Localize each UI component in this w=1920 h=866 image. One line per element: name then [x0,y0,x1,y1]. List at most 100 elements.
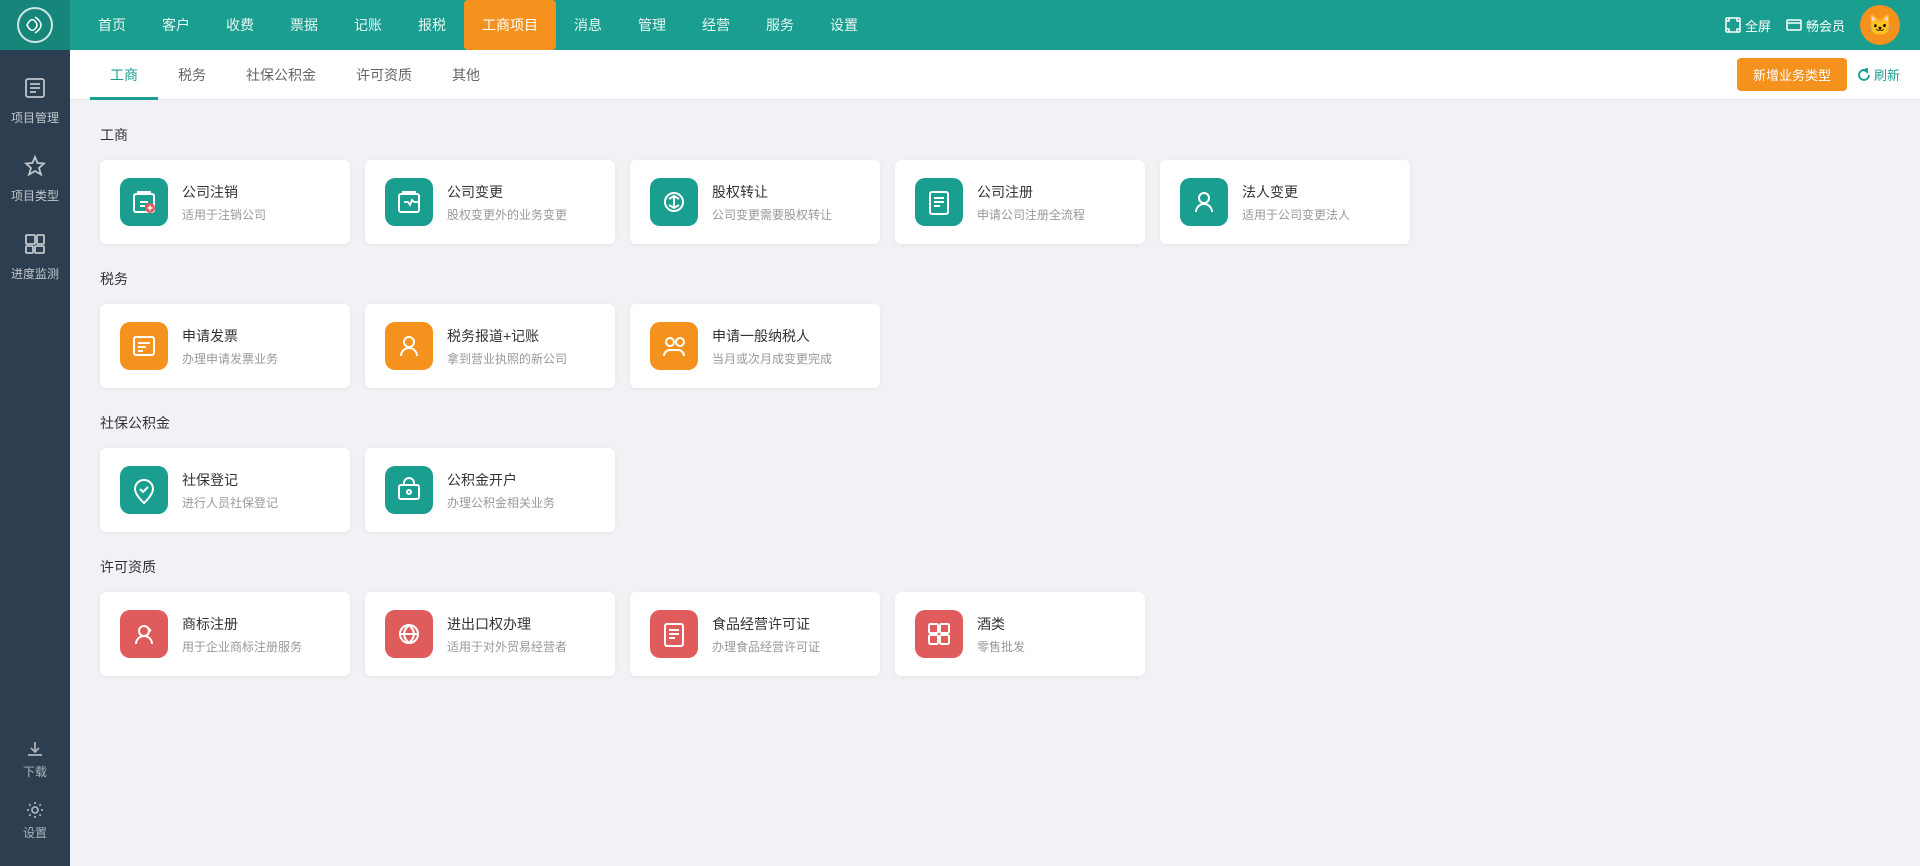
card-title-provident-fund: 公积金开户 [447,470,555,490]
new-type-button[interactable]: 新增业务类型 [1737,58,1847,91]
sidebar-label-progress: 进度监测 [11,265,59,282]
tax-report-icon [385,322,433,370]
card-text-general-taxpayer: 申请一般纳税人 当月或次月成变更完成 [712,326,832,367]
nav-right-actions: 全屏 畅会员 🐱 [1725,5,1920,45]
tab-bar-right: 新增业务类型 刷新 [1737,58,1900,91]
equity-transfer-icon [650,178,698,226]
section-title-shuiwu: 税务 [100,269,1890,289]
cards-grid-shebao: 社保登记 进行人员社保登记 公积 [100,448,1890,532]
card-title-general-taxpayer: 申请一般纳税人 [712,326,832,346]
card-desc-general-taxpayer: 当月或次月成变更完成 [712,350,832,367]
card-desc-tax-report: 拿到营业执照的新公司 [447,350,567,367]
card-company-change[interactable]: 公司变更 股权变更外的业务变更 [365,160,615,244]
card-food-license[interactable]: 食品经营许可证 办理食品经营许可证 [630,592,880,676]
card-title-company-change: 公司变更 [447,182,567,202]
card-title-import-export: 进出口权办理 [447,614,567,634]
card-legal-change[interactable]: 法人变更 适用于公司变更法人 [1160,160,1410,244]
top-navigation: 首页 客户 收费 票据 记账 报税 工商项目 消息 管理 经营 服务 设置 全屏… [0,0,1920,50]
section-xuke: 许可资质 商标注册 用于企业商标注册服务 [100,557,1890,676]
tab-other[interactable]: 其他 [432,50,500,100]
sidebar-item-project-management[interactable]: 项目管理 [0,60,70,138]
sidebar-item-progress[interactable]: 进度监测 [0,216,70,294]
nav-home[interactable]: 首页 [80,0,144,50]
tab-shebao[interactable]: 社保公积金 [226,50,336,100]
card-desc-company-register: 申请公司注册全流程 [977,206,1085,223]
nav-accounting[interactable]: 记账 [336,0,400,50]
card-desc-legal-change: 适用于公司变更法人 [1242,206,1350,223]
card-text-social-insurance: 社保登记 进行人员社保登记 [182,470,278,511]
social-insurance-icon [120,466,168,514]
sidebar-bottom: 下载 设置 [0,729,70,866]
nav-settings[interactable]: 设置 [812,0,876,50]
card-text-tax-report: 税务报道+记账 拿到营业执照的新公司 [447,326,567,367]
card-text-food-license: 食品经营许可证 办理食品经营许可证 [712,614,820,655]
card-text-legal-change: 法人变更 适用于公司变更法人 [1242,182,1350,223]
nav-bills[interactable]: 票据 [272,0,336,50]
sidebar-label-project-type: 项目类型 [11,187,59,204]
sidebar-settings[interactable]: 设置 [0,790,70,851]
card-title-alcohol: 酒类 [977,614,1025,634]
nav-customer[interactable]: 客户 [144,0,208,50]
card-provident-fund[interactable]: 公积金开户 办理公积金相关业务 [365,448,615,532]
mascot-avatar: 🐱 [1860,5,1900,45]
nav-tax[interactable]: 报税 [400,0,464,50]
company-change-icon [385,178,433,226]
card-text-company-register: 公司注册 申请公司注册全流程 [977,182,1085,223]
card-desc-import-export: 适用于对外贸易经营者 [447,638,567,655]
sidebar-download[interactable]: 下载 [0,729,70,790]
card-import-export[interactable]: 进出口权办理 适用于对外贸易经营者 [365,592,615,676]
fullscreen-button[interactable]: 全屏 [1725,16,1771,35]
card-text-equity-transfer: 股权转让 公司变更需要股权转让 [712,182,832,223]
provident-fund-icon [385,466,433,514]
card-title-tax-report: 税务报道+记账 [447,326,567,346]
card-desc-food-license: 办理食品经营许可证 [712,638,820,655]
vip-button[interactable]: 畅会员 [1786,16,1845,35]
card-trademark[interactable]: 商标注册 用于企业商标注册服务 [100,592,350,676]
general-taxpayer-icon [650,322,698,370]
nav-services[interactable]: 服务 [748,0,812,50]
card-desc-equity-transfer: 公司变更需要股权转让 [712,206,832,223]
card-desc-trademark: 用于企业商标注册服务 [182,638,302,655]
company-register-icon [915,178,963,226]
card-apply-invoice[interactable]: 申请发票 办理申请发票业务 [100,304,350,388]
sidebar-settings-label: 设置 [23,824,47,841]
card-title-apply-invoice: 申请发票 [182,326,278,346]
card-equity-transfer[interactable]: 股权转让 公司变更需要股权转让 [630,160,880,244]
nav-business[interactable]: 工商项目 [464,0,556,50]
card-desc-alcohol: 零售批发 [977,638,1025,655]
card-desc-provident-fund: 办理公积金相关业务 [447,494,555,511]
card-desc-company-cancel: 适用于注销公司 [182,206,266,223]
sidebar-item-project-type[interactable]: 项目类型 [0,138,70,216]
main-layout: 项目管理 项目类型 进度监测 [0,50,1920,866]
card-company-register[interactable]: 公司注册 申请公司注册全流程 [895,160,1145,244]
tab-shuiwu[interactable]: 税务 [158,50,226,100]
scroll-content[interactable]: 工商 公司注销 [70,100,1920,866]
sidebar-label-project-management: 项目管理 [11,109,59,126]
section-shuiwu: 税务 申请发票 办理申请发票业务 [100,269,1890,388]
monitor-icon [19,228,51,260]
nav-operations[interactable]: 经营 [684,0,748,50]
star-icon [19,150,51,182]
card-general-taxpayer[interactable]: 申请一般纳税人 当月或次月成变更完成 [630,304,880,388]
list-icon [19,72,51,104]
card-title-food-license: 食品经营许可证 [712,614,820,634]
tab-bar: 工商 税务 社保公积金 许可资质 其他 新增业务类型 刷新 [70,50,1920,100]
tab-gongshang[interactable]: 工商 [90,50,158,100]
card-company-cancel[interactable]: 公司注销 适用于注销公司 [100,160,350,244]
card-tax-report[interactable]: 税务报道+记账 拿到营业执照的新公司 [365,304,615,388]
section-shebao: 社保公积金 社保登记 进行人员社保登记 [100,413,1890,532]
logo-icon [17,7,53,43]
nav-messages[interactable]: 消息 [556,0,620,50]
card-title-equity-transfer: 股权转让 [712,182,832,202]
card-alcohol[interactable]: 酒类 零售批发 [895,592,1145,676]
nav-management[interactable]: 管理 [620,0,684,50]
card-social-insurance[interactable]: 社保登记 进行人员社保登记 [100,448,350,532]
food-license-icon [650,610,698,658]
card-title-company-cancel: 公司注销 [182,182,266,202]
card-text-company-change: 公司变更 股权变更外的业务变更 [447,182,567,223]
cards-grid-gongshang: 公司注销 适用于注销公司 公司变 [100,160,1890,244]
tab-xuke[interactable]: 许可资质 [336,50,432,100]
refresh-button[interactable]: 刷新 [1857,65,1900,84]
nav-fees[interactable]: 收费 [208,0,272,50]
card-text-provident-fund: 公积金开户 办理公积金相关业务 [447,470,555,511]
